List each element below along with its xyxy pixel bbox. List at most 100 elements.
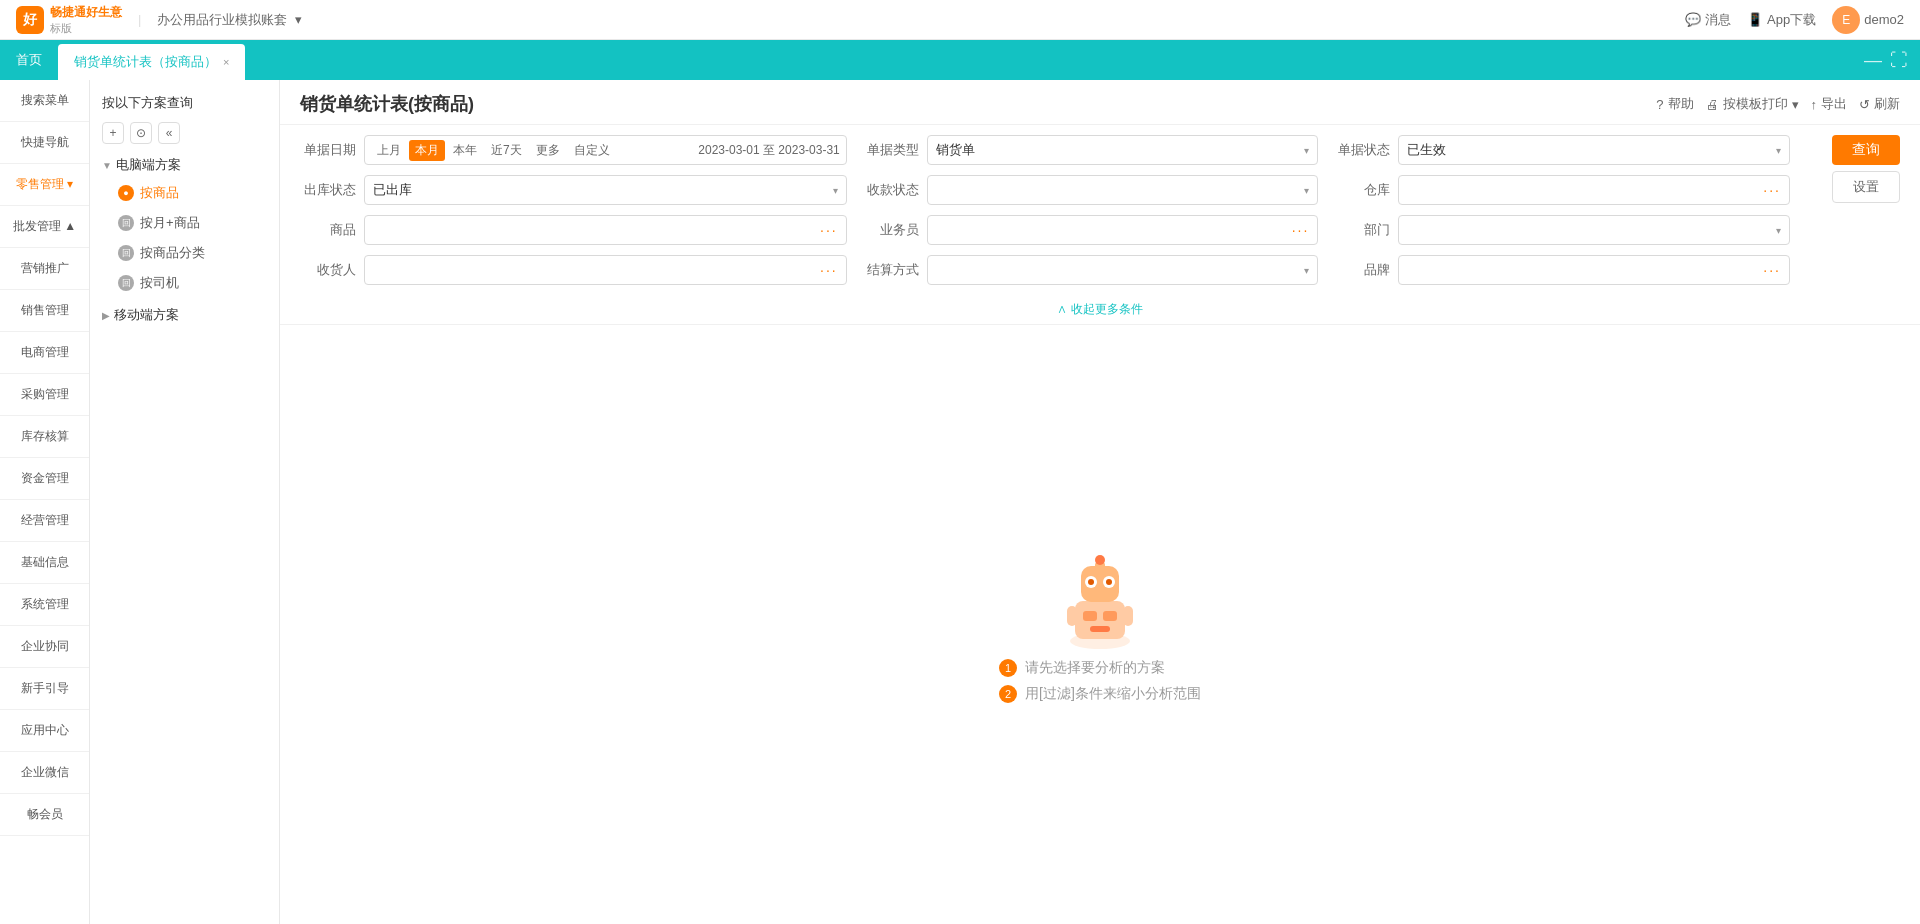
scheme-item-icon-1: 回 [118,215,134,231]
print-label: 按模板打印 [1723,95,1788,113]
filter-warehouse-control[interactable]: ··· [1398,175,1790,205]
print-btn[interactable]: 🖨 按模板打印 ▾ [1706,95,1799,113]
scheme-group-mobile-toggle: ▶ [102,310,110,321]
svg-point-13 [1095,555,1105,565]
filter-brand-control[interactable]: ··· [1398,255,1790,285]
date-tab-custom[interactable]: 自定义 [568,140,616,161]
workspace-dropdown[interactable]: ▾ [295,12,302,27]
filter-receiptstatus-label: 收款状态 [863,181,919,199]
svg-rect-4 [1090,626,1110,632]
empty-tip-1: 1 请先选择要分析的方案 [999,659,1201,677]
scheme-add-btn[interactable]: + [102,122,124,144]
settings-btn[interactable]: 设置 [1832,171,1900,203]
minimize-icon[interactable]: — [1864,50,1882,71]
scheme-panel-tools: + ⊙ « [90,118,279,148]
filter-date-control[interactable]: 上月 本月 本年 近7天 更多 自定义 2023-03-01 至 2023-03… [364,135,847,165]
filter-docstatus-control[interactable]: 已生效 ▾ [1398,135,1790,165]
scheme-group-toggle: ▼ [102,160,112,171]
sidebar-item-search[interactable]: 搜索菜单 [0,80,89,122]
sidebar-item-sales[interactable]: 销售管理 [0,290,89,332]
filter-warehouse-label: 仓库 [1334,181,1390,199]
sidebar-item-apps[interactable]: 应用中心 [0,710,89,752]
export-btn[interactable]: ↑ 导出 [1811,95,1848,113]
maximize-icon[interactable]: ⛶ [1890,50,1908,71]
filter-receiptstatus-control[interactable]: ▾ [927,175,1319,205]
filter-receiver-control[interactable]: ··· [364,255,847,285]
filter-staff-control[interactable]: ··· [927,215,1319,245]
tab-home[interactable]: 首页 [0,40,58,80]
scheme-item-label-2: 按商品分类 [140,244,205,262]
filter-outstatus-item: 出库状态 已出库 ▾ [300,175,847,205]
empty-state: 1 请先选择要分析的方案 2 用[过滤]条件来缩小分析范围 [280,325,1920,924]
doctype-dropdown-icon: ▾ [1304,145,1309,156]
filter-docstatus-item: 单据状态 已生效 ▾ [1334,135,1790,165]
refresh-icon: ↺ [1859,97,1870,112]
date-tab-this-year[interactable]: 本年 [447,140,483,161]
filter-payment-label: 结算方式 [863,261,919,279]
help-btn[interactable]: ? 帮助 [1656,95,1693,113]
filter-doctype-control[interactable]: 销货单 ▾ [927,135,1319,165]
scheme-group-pc: ▼ 电脑端方案 ● 按商品 回 按月+商品 回 按商品分类 回 按司机 [90,152,279,298]
date-tab-this-month[interactable]: 本月 [409,140,445,161]
sidebar-item-wholesale[interactable]: 批发管理 ▲ [0,206,89,248]
scheme-item-by-goods[interactable]: ● 按商品 [90,178,279,208]
empty-tip-2: 2 用[过滤]条件来缩小分析范围 [999,685,1201,703]
app-download-btn[interactable]: 📱 App下载 [1747,11,1816,29]
filter-dept-item: 部门 ▾ [1334,215,1790,245]
sidebar-item-inventory[interactable]: 库存核算 [0,416,89,458]
scheme-group-pc-header[interactable]: ▼ 电脑端方案 [90,152,279,178]
tab-active[interactable]: 销货单统计表（按商品） × [58,44,245,80]
sidebar-item-retail[interactable]: 零售管理 ▾ [0,164,89,206]
tip-num-1: 1 [999,659,1017,677]
date-tab-last-month[interactable]: 上月 [371,140,407,161]
main-layout: 搜索菜单 快捷导航 零售管理 ▾ 批发管理 ▲ 营销推广 销售管理 电商管理 采… [0,80,1920,924]
filter-payment-control[interactable]: ▾ [927,255,1319,285]
query-btn[interactable]: 查询 [1832,135,1900,165]
sidebar-item-system[interactable]: 系统管理 [0,584,89,626]
scheme-group-mobile-header[interactable]: ▶ 移动端方案 [90,302,279,328]
tab-close-icon[interactable]: × [223,56,229,68]
page-title: 销货单统计表(按商品) [300,92,474,116]
sidebar-item-basic[interactable]: 基础信息 [0,542,89,584]
logo-icon: 好 [16,6,44,34]
filter-goods-control[interactable]: ··· [364,215,847,245]
empty-tip-2-text: 用[过滤]条件来缩小分析范围 [1025,685,1201,703]
message-label: 消息 [1705,11,1731,29]
scheme-collapse-btn[interactable]: « [158,122,180,144]
message-icon: 💬 [1685,12,1701,27]
sidebar-item-quick[interactable]: 快捷导航 [0,122,89,164]
query-buttons: 查询 设置 [1832,135,1900,203]
sidebar-item-ecommerce[interactable]: 电商管理 [0,332,89,374]
sidebar-item-operation[interactable]: 经营管理 [0,500,89,542]
filter-receiver-label: 收货人 [300,261,356,279]
docstatus-dropdown-icon: ▾ [1776,145,1781,156]
collapse-bar[interactable]: ∧ 收起更多条件 [280,295,1920,325]
empty-tips: 1 请先选择要分析的方案 2 用[过滤]条件来缩小分析范围 [999,659,1201,703]
scheme-edit-btn[interactable]: ⊙ [130,122,152,144]
dept-dropdown-icon: ▾ [1776,225,1781,236]
filter-dept-control[interactable]: ▾ [1398,215,1790,245]
scheme-item-by-driver[interactable]: 回 按司机 [90,268,279,298]
empty-robot-svg [1045,546,1155,656]
filter-warehouse-item: 仓库 ··· [1334,175,1790,205]
sidebar-item-purchase[interactable]: 采购管理 [0,374,89,416]
export-icon: ↑ [1811,97,1818,112]
sidebar-item-member[interactable]: 畅会员 [0,794,89,836]
collapse-label: ∧ 收起更多条件 [1057,302,1142,316]
sidebar-item-enterprise[interactable]: 企业协同 [0,626,89,668]
scheme-item-by-category[interactable]: 回 按商品分类 [90,238,279,268]
sidebar-item-finance[interactable]: 资金管理 [0,458,89,500]
sidebar-item-guide[interactable]: 新手引导 [0,668,89,710]
filter-outstatus-control[interactable]: 已出库 ▾ [364,175,847,205]
message-btn[interactable]: 💬 消息 [1685,11,1731,29]
refresh-btn[interactable]: ↺ 刷新 [1859,95,1900,113]
filter-row-3: 商品 ··· 业务员 ··· [300,215,1790,245]
tabbar: 首页 销货单统计表（按商品） × — ⛶ [0,40,1920,80]
scheme-item-by-month-goods[interactable]: 回 按月+商品 [90,208,279,238]
sidebar-item-wechat[interactable]: 企业微信 [0,752,89,794]
date-tab-7days[interactable]: 近7天 [485,140,528,161]
date-tab-more[interactable]: 更多 [530,140,566,161]
user-area[interactable]: E demo2 [1832,6,1904,34]
scheme-item-label-3: 按司机 [140,274,179,292]
sidebar-item-marketing[interactable]: 营销推广 [0,248,89,290]
